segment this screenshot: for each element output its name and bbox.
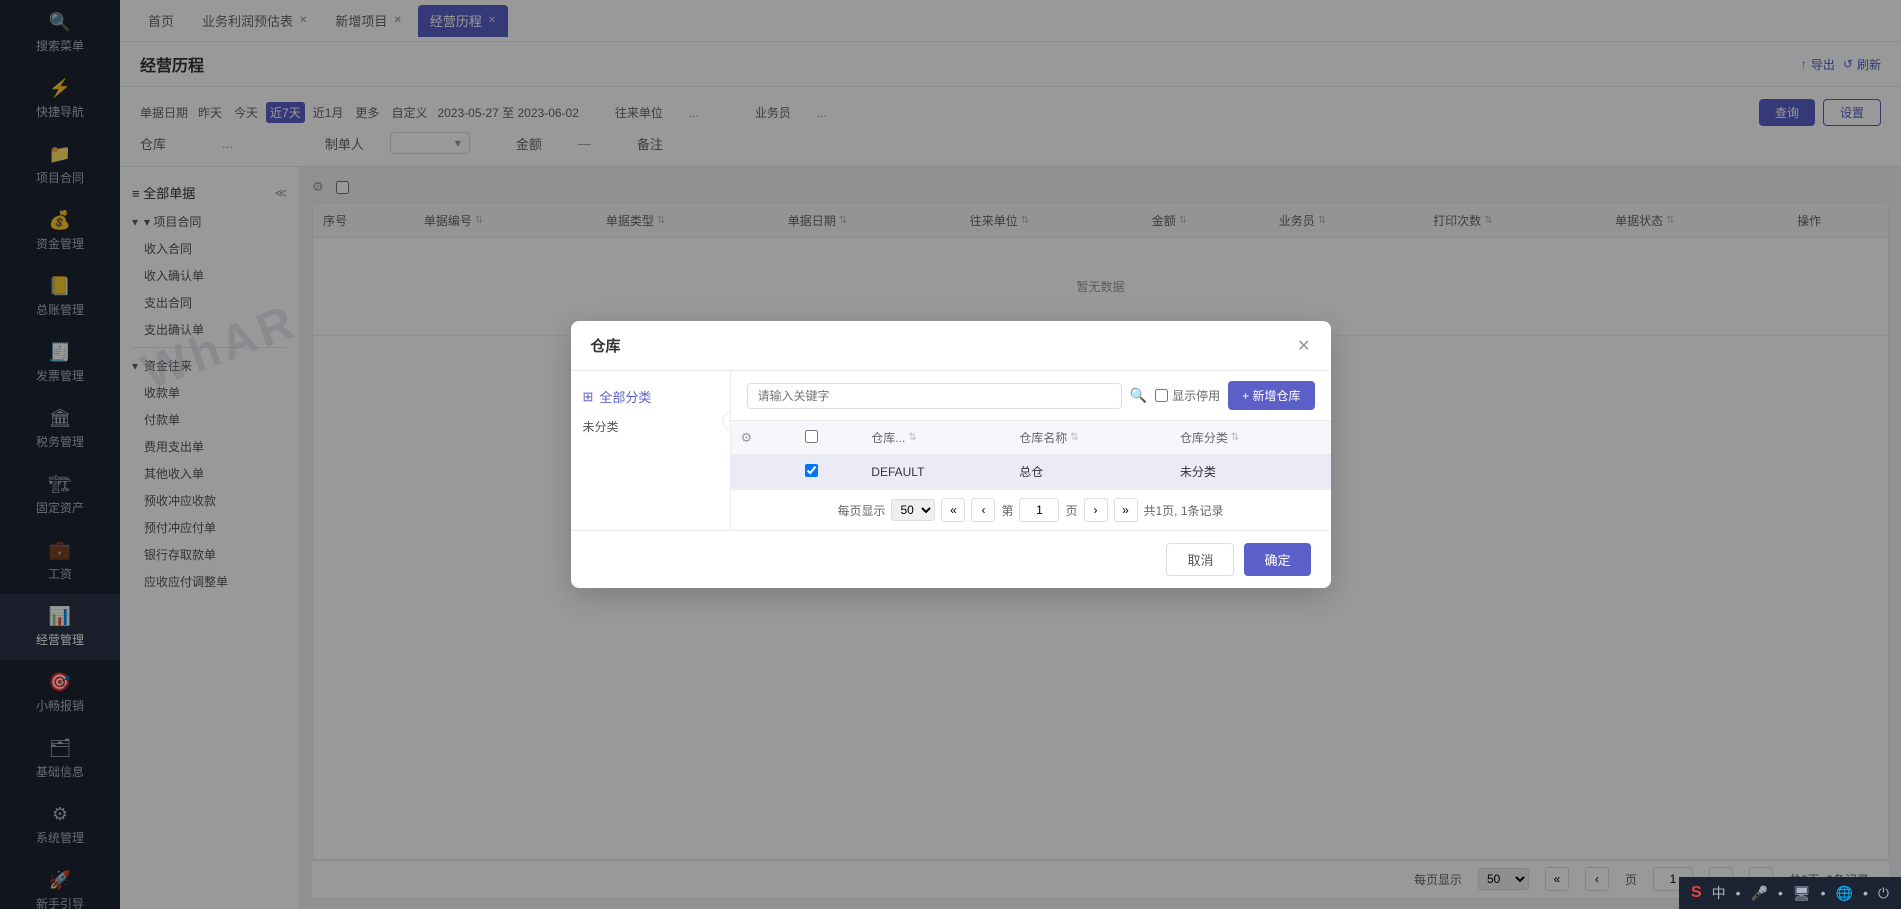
modal-table: ⚙ 仓库... ⇅ 仓库名称 ⇅ 仓库分类 ⇅ DEFAU: [731, 421, 1331, 489]
modal-th-gear: ⚙: [731, 421, 795, 455]
row-category: 未分类: [1170, 455, 1331, 489]
taskbar-logo: S: [1691, 884, 1702, 902]
modal-th-name: 仓库名称 ⇅: [1009, 421, 1170, 455]
taskbar-monitor-icon[interactable]: 🖥: [1793, 885, 1811, 902]
modal-overlay[interactable]: 仓库 ✕ ⊞ 全部分类 未分类 ‹ 🔍: [0, 0, 1901, 909]
taskbar-dot2: •: [1778, 885, 1783, 901]
add-warehouse-button[interactable]: + 新增仓库: [1228, 381, 1314, 410]
taskbar-dot4: •: [1863, 885, 1868, 901]
modal-page-input[interactable]: [1019, 498, 1059, 522]
modal-table-row[interactable]: DEFAULT 总仓 未分类: [731, 455, 1331, 489]
modal-footer: 取消 确定: [571, 530, 1331, 588]
row-check: [795, 455, 862, 489]
show-disabled-label[interactable]: 显示停用: [1155, 387, 1220, 404]
taskbar-network-icon[interactable]: 🌐: [1836, 885, 1853, 902]
taskbar-mic-icon[interactable]: 🎤: [1751, 885, 1768, 902]
modal-search-input[interactable]: [747, 383, 1122, 409]
modal-search-bar: 🔍 显示停用 + 新增仓库: [731, 371, 1331, 421]
modal-page-label: 第: [1001, 502, 1013, 519]
modal-prev-btn[interactable]: ‹: [971, 498, 995, 522]
modal-next-btn[interactable]: ›: [1084, 498, 1108, 522]
uncategorized-item[interactable]: 未分类: [571, 412, 730, 441]
modal-header: 仓库 ✕: [571, 321, 1331, 371]
modal-category-panel: ⊞ 全部分类 未分类 ‹: [571, 371, 731, 530]
row-name: 总仓: [1009, 455, 1170, 489]
confirm-button[interactable]: 确定: [1244, 543, 1310, 576]
show-disabled-checkbox[interactable]: [1155, 389, 1168, 402]
modal-total: 共1页, 1条记录: [1144, 502, 1224, 519]
modal-page-size-select[interactable]: 50: [891, 499, 935, 521]
modal-pagination: 每页显示 50 « ‹ 第 页 › » 共1页, 1条记录: [731, 489, 1331, 530]
taskbar: S 中 • 🎤 • 🖥 • 🌐 • ⏻: [1679, 877, 1901, 909]
all-category-btn[interactable]: ⊞ 全部分类: [571, 381, 730, 412]
modal-th-check: [795, 421, 862, 455]
modal-close-button[interactable]: ✕: [1297, 336, 1310, 356]
row-checkbox[interactable]: [805, 464, 818, 477]
modal-right-panel: 🔍 显示停用 + 新增仓库 ⚙ 仓库... ⇅: [731, 371, 1331, 530]
modal-select-all[interactable]: [805, 430, 818, 443]
cancel-button[interactable]: 取消: [1166, 543, 1234, 576]
modal-title: 仓库: [591, 335, 621, 356]
modal-table-container: ⚙ 仓库... ⇅ 仓库名称 ⇅ 仓库分类 ⇅ DEFAU: [731, 421, 1331, 489]
all-category-label: 全部分类: [599, 387, 651, 406]
taskbar-dot1: •: [1736, 885, 1741, 901]
row-gear: [731, 455, 795, 489]
taskbar-dot3: •: [1821, 885, 1826, 901]
taskbar-china-icon[interactable]: 中: [1712, 883, 1726, 903]
modal-last-btn[interactable]: »: [1114, 498, 1138, 522]
grid-icon: ⊞: [583, 389, 594, 405]
warehouse-modal: 仓库 ✕ ⊞ 全部分类 未分类 ‹ 🔍: [571, 321, 1331, 588]
row-code: DEFAULT: [861, 455, 1009, 489]
modal-body: ⊞ 全部分类 未分类 ‹ 🔍 显示停用 + 新增仓库: [571, 371, 1331, 530]
modal-page-size-label: 每页显示: [837, 502, 885, 519]
modal-page-unit: 页: [1065, 502, 1077, 519]
modal-search-button[interactable]: 🔍: [1130, 387, 1147, 404]
modal-th-code: 仓库... ⇅: [861, 421, 1009, 455]
modal-th-category: 仓库分类 ⇅: [1170, 421, 1331, 455]
modal-first-btn[interactable]: «: [941, 498, 965, 522]
modal-gear-icon[interactable]: ⚙: [741, 430, 753, 445]
taskbar-power-icon[interactable]: ⏻: [1878, 885, 1889, 902]
